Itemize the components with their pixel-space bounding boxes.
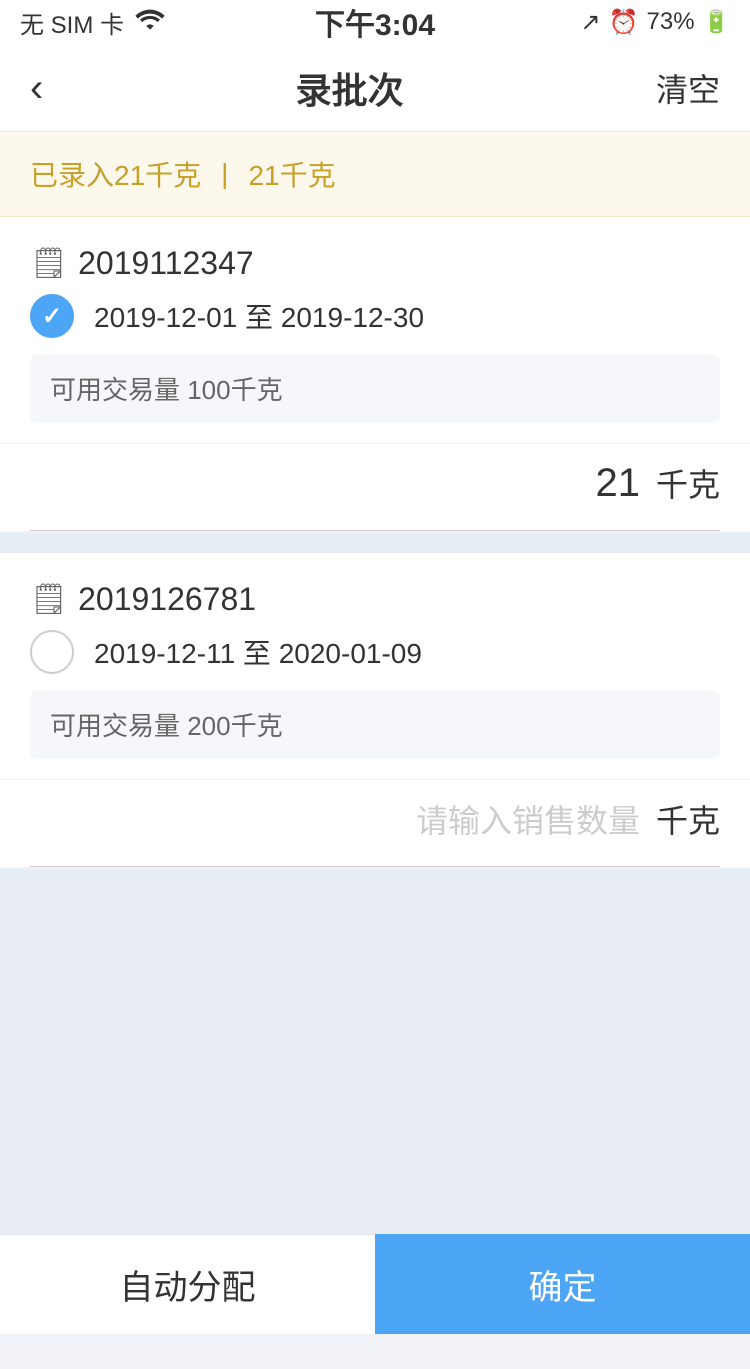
qty-placeholder-2[interactable]: 请输入销售数量	[416, 796, 640, 842]
status-left: 无 SIM 卡	[20, 5, 166, 40]
batch-date-1: 2019-12-01 至 2019-12-30	[94, 296, 424, 336]
status-bar: 无 SIM 卡 下午3:04 ↗ ⏰ 73% 🔋	[0, 0, 750, 44]
summary-value: 21千克	[248, 154, 335, 194]
batch-date-2: 2019-12-11 至 2020-01-09	[94, 632, 422, 672]
batch-date-row-2: 2019-12-11 至 2020-01-09	[0, 618, 750, 686]
batch-date-row-1: 2019-12-01 至 2019-12-30	[0, 282, 750, 350]
back-button[interactable]: ‹	[30, 68, 43, 108]
input-row-1: 21 千克	[0, 443, 750, 526]
summary-divider: |	[221, 158, 228, 190]
batch-icon-2: 🗒	[30, 582, 68, 617]
summary-bar: 已录入21千克 | 21千克	[0, 132, 750, 217]
batch-header-1: 🗒 2019112347	[0, 217, 750, 282]
batch-id-1: 2019112347	[78, 245, 254, 282]
qty-unit-2: 千克	[656, 796, 720, 842]
auto-assign-button[interactable]: 自动分配	[0, 1234, 375, 1334]
bottom-bar: 自动分配 确定	[0, 1234, 750, 1334]
summary-label: 已录入21千克	[30, 154, 201, 194]
input-row-2: 请输入销售数量 千克	[0, 779, 750, 862]
section-separator	[0, 533, 750, 553]
empty-area	[0, 869, 750, 1269]
status-time: 下午3:04	[315, 0, 435, 44]
radio-btn-1[interactable]	[30, 294, 74, 338]
page-title: 录批次	[296, 62, 404, 114]
alarm-icon: ⏰	[609, 8, 639, 37]
batch-header-2: 🗒 2019126781	[0, 553, 750, 618]
carrier-text: 无 SIM 卡	[20, 5, 124, 40]
nav-bar: ‹ 录批次 清空	[0, 44, 750, 132]
available-qty-1: 可用交易量 100千克	[30, 354, 720, 423]
batch-icon-1: 🗒	[30, 246, 68, 281]
qty-unit-1: 千克	[656, 460, 720, 506]
clear-button[interactable]: 清空	[656, 65, 720, 111]
input-underline-1	[30, 530, 720, 531]
input-underline-2	[30, 866, 720, 867]
batch-card-1: 🗒 2019112347 2019-12-01 至 2019-12-30 可用交…	[0, 217, 750, 531]
batch-id-2: 2019126781	[78, 581, 256, 618]
qty-value-1[interactable]: 21	[580, 461, 640, 506]
confirm-button[interactable]: 确定	[375, 1234, 750, 1334]
wifi-icon	[134, 8, 166, 37]
battery-text: 73%	[647, 8, 695, 36]
location-icon: ↗	[581, 8, 601, 37]
status-right: ↗ ⏰ 73% 🔋	[581, 8, 730, 37]
battery-icon: 🔋	[703, 9, 730, 35]
batch-card-2: 🗒 2019126781 2019-12-11 至 2020-01-09 可用交…	[0, 553, 750, 867]
available-qty-2: 可用交易量 200千克	[30, 690, 720, 759]
radio-btn-2[interactable]	[30, 630, 74, 674]
